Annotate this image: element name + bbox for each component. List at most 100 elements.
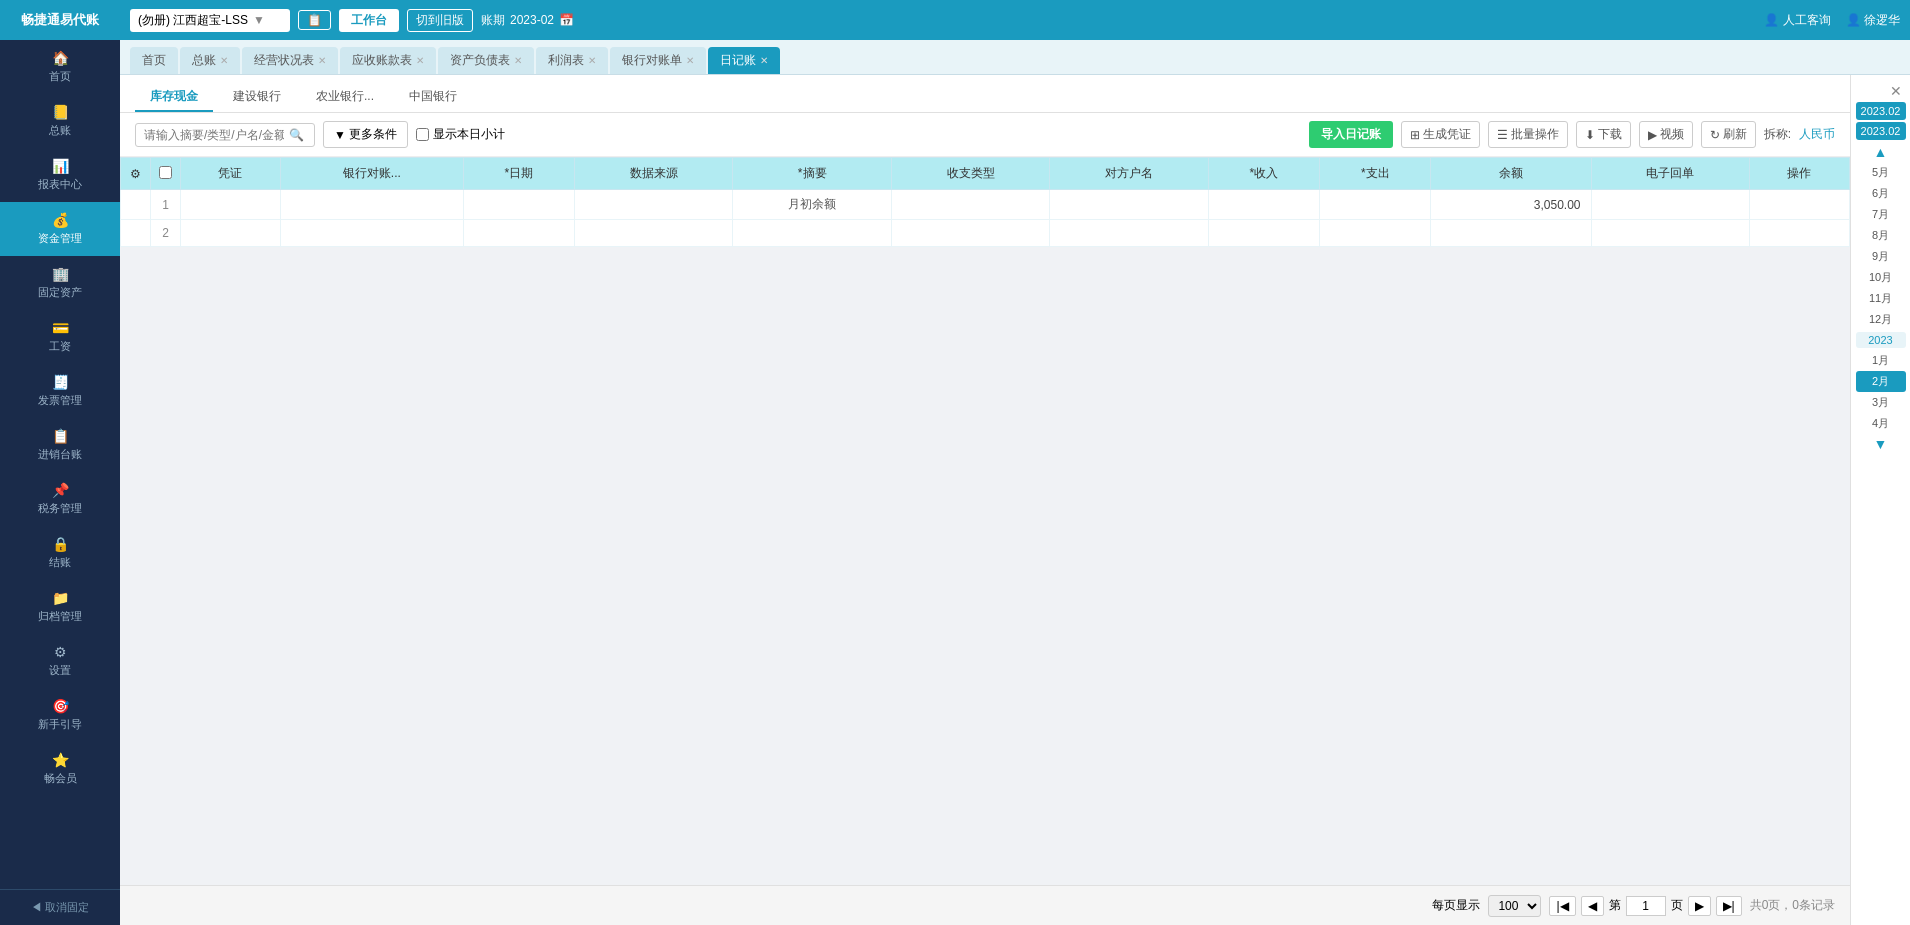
date-panel-month-3[interactable]: 3月 xyxy=(1856,392,1906,413)
refresh-btn[interactable]: ↻ 刷新 xyxy=(1701,121,1756,148)
next-page-btn[interactable]: ▶ xyxy=(1688,896,1711,916)
date-panel-month-6[interactable]: 6月 xyxy=(1856,183,1906,204)
sidebar-item-label: 新手引导 xyxy=(38,717,82,732)
tax-icon: 📌 xyxy=(52,482,69,498)
bank-tab-cash[interactable]: 库存现金 xyxy=(135,83,213,112)
date-panel-month-10[interactable]: 10月 xyxy=(1856,267,1906,288)
date-panel-month-9[interactable]: 9月 xyxy=(1856,246,1906,267)
row-bank-match xyxy=(280,190,463,220)
sidebar-item-label: 归档管理 xyxy=(38,609,82,624)
last-page-btn[interactable]: ▶| xyxy=(1716,896,1742,916)
search-input[interactable] xyxy=(144,128,284,142)
copy-company-btn[interactable]: 📋 xyxy=(298,10,331,30)
date-panel-up-nav[interactable]: ▲ xyxy=(1872,142,1890,162)
download-btn[interactable]: ⬇ 下载 xyxy=(1576,121,1631,148)
sidebar-item-closing[interactable]: 🔒 结账 xyxy=(0,526,120,580)
import-journal-btn[interactable]: 导入日记账 xyxy=(1309,121,1393,148)
support-btn[interactable]: 👤 人工客询 xyxy=(1764,12,1830,29)
sidebar-item-fixed-assets[interactable]: 🏢 固定资产 xyxy=(0,256,120,310)
company-selector[interactable]: (勿册) 江西超宝-LSS ▼ xyxy=(130,9,290,32)
sidebar-unpin-btn[interactable]: ◀ 取消固定 xyxy=(0,889,120,925)
tab-close-icon[interactable]: ✕ xyxy=(686,55,694,66)
date-panel-month-7[interactable]: 7月 xyxy=(1856,204,1906,225)
date-panel-close-btn[interactable]: ✕ xyxy=(1887,80,1905,102)
sidebar-item-reports[interactable]: 📊 报表中心 xyxy=(0,148,120,202)
tab-close-icon[interactable]: ✕ xyxy=(416,55,424,66)
search-box[interactable]: 🔍 xyxy=(135,123,315,147)
tab-close-icon[interactable]: ✕ xyxy=(588,55,596,66)
date-panel-month-11[interactable]: 11月 xyxy=(1856,288,1906,309)
date-panel-month-1[interactable]: 1月 xyxy=(1856,350,1906,371)
tab-receivables[interactable]: 应收账款表 ✕ xyxy=(340,47,436,74)
calendar-icon[interactable]: 📅 xyxy=(559,13,574,27)
tab-bank-statement[interactable]: 银行对账单 ✕ xyxy=(610,47,706,74)
row-date xyxy=(463,190,574,220)
bank-tab-ccb[interactable]: 建设银行 xyxy=(218,83,296,112)
sidebar-item-invoice[interactable]: 🧾 发票管理 xyxy=(0,364,120,418)
table-check-col[interactable] xyxy=(151,158,181,190)
topbar: (勿册) 江西超宝-LSS ▼ 📋 工作台 切到旧版 账期 2023-02 📅 … xyxy=(120,0,1910,40)
username: 徐逻华 xyxy=(1864,13,1900,27)
sidebar-item-member[interactable]: ⭐ 畅会员 xyxy=(0,742,120,796)
row-settings xyxy=(121,190,151,220)
bank-tab-boc[interactable]: 中国银行 xyxy=(394,83,472,112)
sidebar-item-guide[interactable]: 🎯 新手引导 xyxy=(0,688,120,742)
switch-old-btn[interactable]: 切到旧版 xyxy=(407,9,473,32)
filter-icon: ▼ xyxy=(334,128,346,142)
col-bank-match: 银行对账... xyxy=(280,158,463,190)
asset-icon: 💰 xyxy=(52,212,69,228)
row-action xyxy=(1749,220,1849,247)
col-expense: *支出 xyxy=(1320,158,1431,190)
user-info[interactable]: 👤 徐逻华 xyxy=(1846,12,1900,29)
prev-page-btn[interactable]: ◀ xyxy=(1581,896,1604,916)
tab-general-ledger[interactable]: 总账 ✕ xyxy=(180,47,240,74)
tab-close-icon[interactable]: ✕ xyxy=(318,55,326,66)
sidebar-item-archive[interactable]: 📁 归档管理 xyxy=(0,580,120,634)
tab-close-icon[interactable]: ✕ xyxy=(760,55,768,66)
table-settings-col[interactable]: ⚙ xyxy=(121,158,151,190)
tab-assets-liabilities[interactable]: 资产负债表 ✕ xyxy=(438,47,534,74)
select-all-checkbox[interactable] xyxy=(159,166,172,179)
tab-journal[interactable]: 日记账 ✕ xyxy=(708,47,780,74)
date-panel-month-4[interactable]: 4月 xyxy=(1856,413,1906,434)
sidebar-item-label: 发票管理 xyxy=(38,393,82,408)
sidebar-item-general-ledger[interactable]: 📒 总账 xyxy=(0,94,120,148)
col-summary: *摘要 xyxy=(733,158,891,190)
row-counterparty xyxy=(1050,190,1208,220)
col-type: 收支类型 xyxy=(891,158,1049,190)
subtotal-checkbox[interactable] xyxy=(416,128,429,141)
sidebar-item-home[interactable]: 🏠 首页 xyxy=(0,40,120,94)
lock-icon: 🔒 xyxy=(52,536,69,552)
batch-ops-btn[interactable]: ☰ 批量操作 xyxy=(1488,121,1568,148)
sidebar-item-asset-mgmt[interactable]: 💰 资金管理 xyxy=(0,202,120,256)
sidebar-item-sales-ledger[interactable]: 📋 进销台账 xyxy=(0,418,120,472)
date-panel-year-label[interactable]: 2023 xyxy=(1856,332,1906,348)
date-panel-month-12[interactable]: 12月 xyxy=(1856,309,1906,330)
tab-close-icon[interactable]: ✕ xyxy=(220,55,228,66)
sidebar-item-settings[interactable]: ⚙ 设置 xyxy=(0,634,120,688)
date-panel-month-5[interactable]: 5月 xyxy=(1856,162,1906,183)
workbench-btn[interactable]: 工作台 xyxy=(339,9,399,32)
row-type xyxy=(891,220,1049,247)
sidebar-item-salary[interactable]: 💳 工资 xyxy=(0,310,120,364)
archive-icon: 📁 xyxy=(52,590,69,606)
video-btn[interactable]: ▶ 视频 xyxy=(1639,121,1693,148)
content-area: 库存现金 建设银行 农业银行... 中国银行 🔍 ▼ 更多条件 显示本日小计 xyxy=(120,75,1850,925)
currency-value[interactable]: 人民币 xyxy=(1799,126,1835,143)
generate-voucher-btn[interactable]: ⊞ 生成凭证 xyxy=(1401,121,1480,148)
tab-profit[interactable]: 利润表 ✕ xyxy=(536,47,608,74)
date-panel-month-8[interactable]: 8月 xyxy=(1856,225,1906,246)
tab-home[interactable]: 首页 xyxy=(130,47,178,74)
page-size-select[interactable]: 100 xyxy=(1488,895,1541,917)
more-filter-btn[interactable]: ▼ 更多条件 xyxy=(323,121,408,148)
page-number-input[interactable] xyxy=(1626,896,1666,916)
bank-tab-abc[interactable]: 农业银行... xyxy=(301,83,389,112)
first-page-btn[interactable]: |◀ xyxy=(1549,896,1575,916)
chevron-down-icon: ▼ xyxy=(253,13,265,27)
date-panel-down-nav[interactable]: ▼ xyxy=(1872,434,1890,454)
date-panel-month-2[interactable]: 2月 xyxy=(1856,371,1906,392)
tab-status-report[interactable]: 经营状况表 ✕ xyxy=(242,47,338,74)
tab-close-icon[interactable]: ✕ xyxy=(514,55,522,66)
show-subtotal-checkbox[interactable]: 显示本日小计 xyxy=(416,126,505,143)
sidebar-item-tax[interactable]: 📌 税务管理 xyxy=(0,472,120,526)
